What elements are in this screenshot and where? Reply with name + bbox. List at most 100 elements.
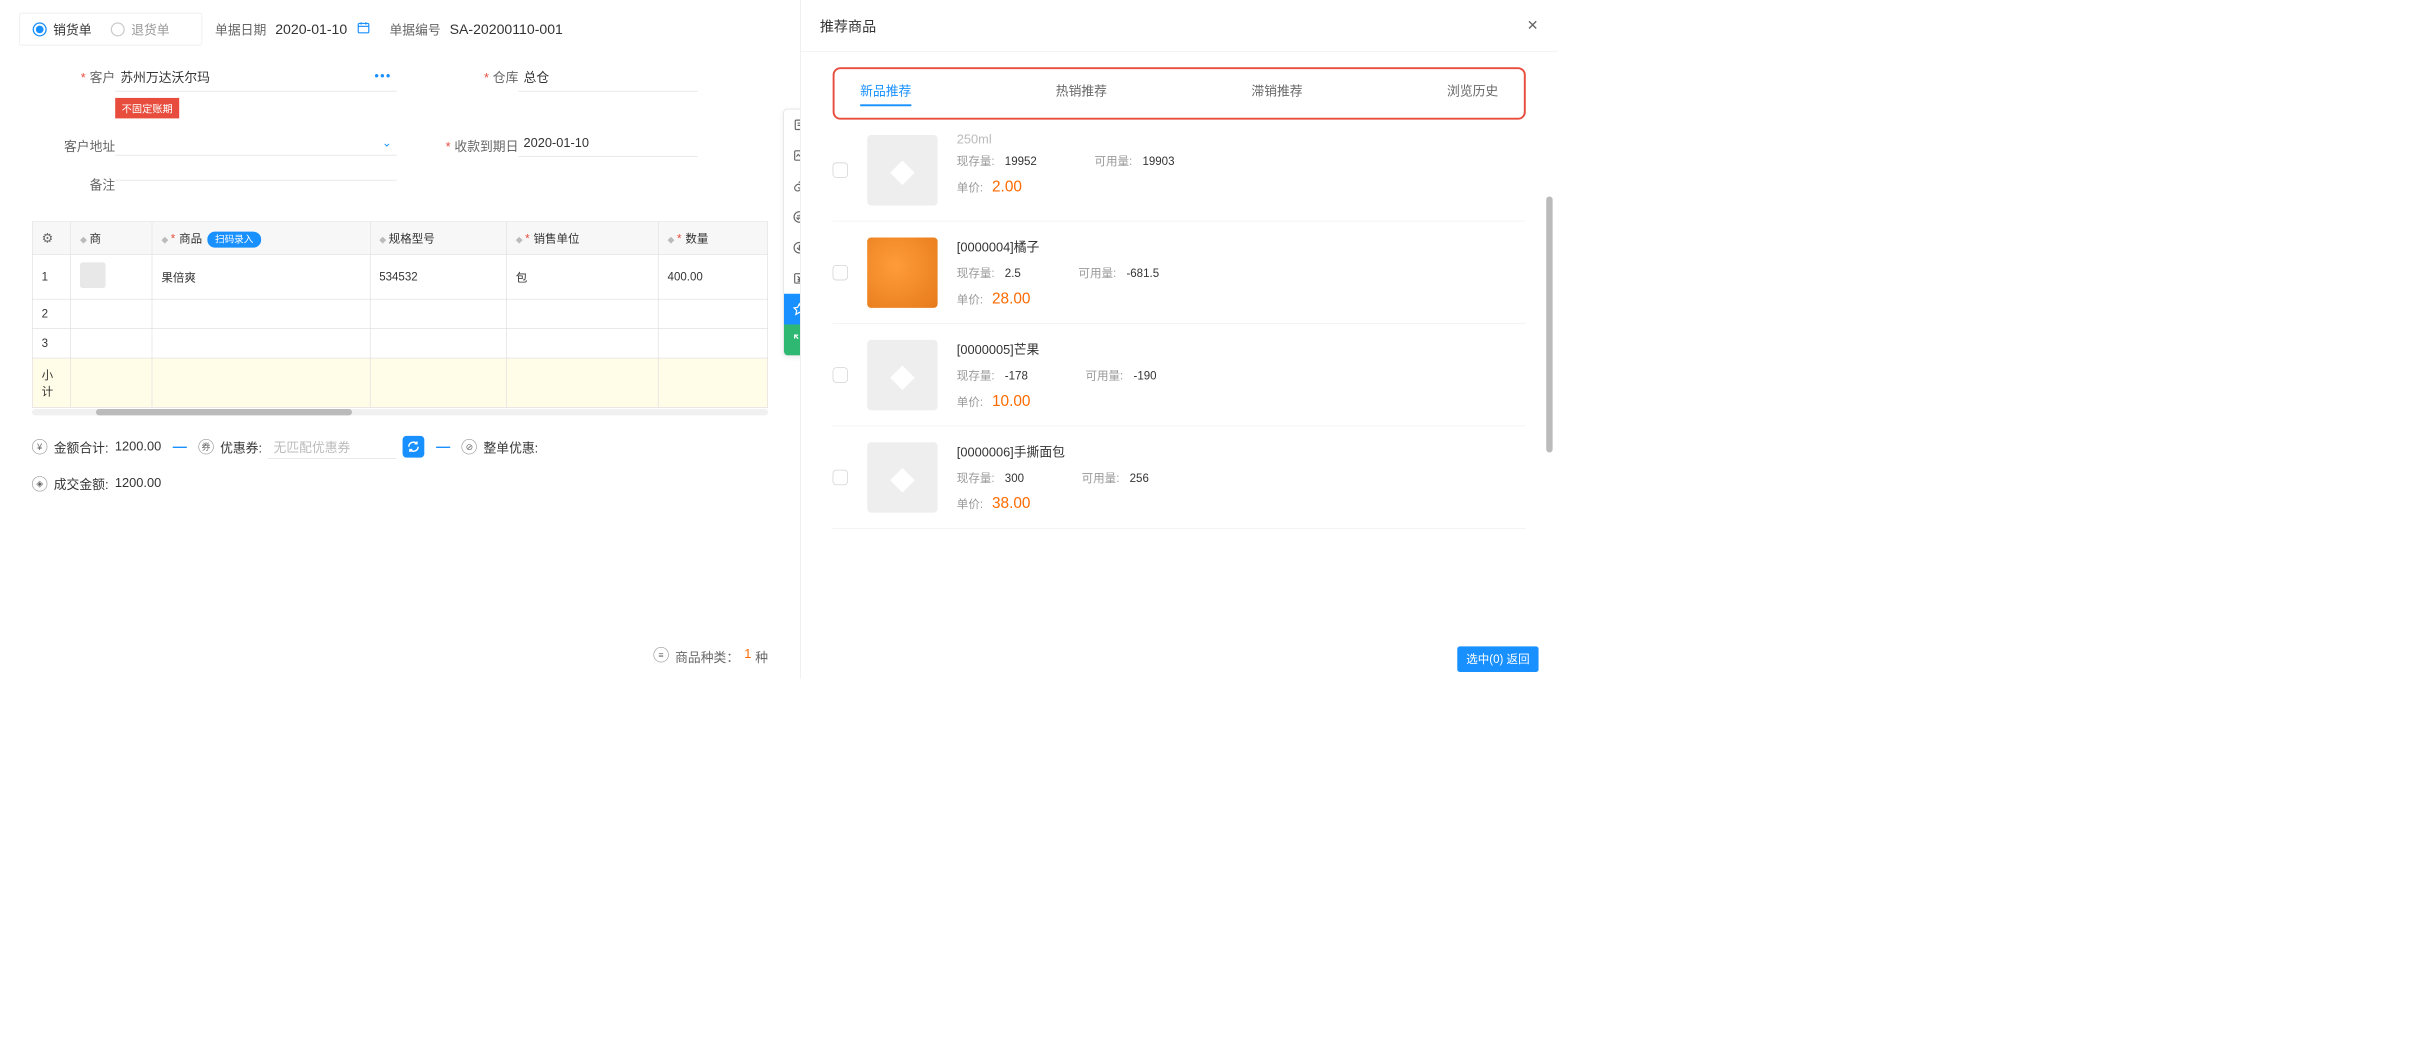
amount-value: 1200.00 — [115, 439, 161, 454]
product-checkbox[interactable] — [833, 265, 848, 280]
cell-product[interactable] — [152, 329, 370, 358]
product-image: ◆ — [867, 135, 937, 205]
avail-label: 可用量: — [1085, 369, 1123, 382]
cell-spec[interactable] — [370, 299, 506, 328]
stock-value: 2.5 — [1005, 267, 1021, 280]
cell-qty[interactable]: 400.00 — [658, 254, 767, 299]
product-checkbox[interactable] — [833, 367, 848, 382]
col-qty[interactable]: ◆*数量 — [658, 222, 767, 255]
price-value: 2.00 — [992, 178, 1022, 195]
subtotal-label: 小计 — [32, 358, 70, 407]
more-icon[interactable]: ••• — [374, 69, 391, 84]
warehouse-label: 仓库 — [493, 71, 519, 85]
stock-label: 现存量: — [957, 369, 995, 382]
row-number: 3 — [32, 329, 70, 358]
discount-icon: ⊘ — [462, 439, 477, 454]
stock-label: 现存量: — [957, 472, 995, 485]
recommendation-tab[interactable]: 滞销推荐 — [1251, 81, 1302, 107]
avail-value: 256 — [1130, 472, 1149, 485]
warehouse-input[interactable]: 总仓 — [518, 65, 697, 92]
product-name: [0000005]芒果 — [957, 339, 1526, 358]
cell-vendor[interactable] — [71, 329, 152, 358]
table-row[interactable]: 3 — [32, 329, 767, 358]
tab-sales-label: 销货单 — [53, 20, 91, 39]
recommendation-tabs: 新品推荐 热销推荐 滞销推荐 浏览历史 — [833, 67, 1526, 119]
vertical-scrollbar[interactable] — [1546, 196, 1552, 452]
kinds-suffix: 种 — [755, 647, 768, 666]
due-value: 2020-01-10 — [524, 136, 589, 151]
final-value: 1200.00 — [115, 476, 161, 491]
avail-label: 可用量: — [1082, 472, 1120, 485]
price-value: 38.00 — [992, 495, 1030, 512]
address-input[interactable]: ⌄ — [115, 134, 397, 156]
select-return-button[interactable]: 选中(0) 返回 — [1457, 646, 1538, 672]
cell-spec[interactable]: 534532 — [370, 254, 506, 299]
cell-qty[interactable] — [658, 299, 767, 328]
tab-sales-order[interactable]: 销货单 — [33, 20, 92, 39]
minus-icon: — — [436, 438, 450, 455]
col-unit[interactable]: ◆*销售单位 — [506, 222, 658, 255]
cell-vendor[interactable] — [71, 254, 152, 299]
doc-date-label: 单据日期 — [215, 20, 266, 39]
cell-spec[interactable] — [370, 329, 506, 358]
product-item: ◆ [0000005]芒果 现存量:-178 可用量:-190 单价:10.00 — [833, 324, 1526, 426]
coupon-label: 优惠券: — [220, 437, 262, 456]
coupon-icon: 券 — [198, 439, 213, 454]
customer-input[interactable]: 苏州万达沃尔玛 ••• — [115, 65, 397, 92]
final-label: 成交金额: — [54, 474, 109, 493]
cell-product[interactable] — [152, 299, 370, 328]
col-product[interactable]: ◆*商品扫码录入 — [152, 222, 370, 255]
calendar-icon[interactable] — [356, 20, 370, 38]
product-checkbox[interactable] — [833, 163, 848, 178]
radio-icon — [111, 22, 125, 36]
price-label: 单价: — [957, 396, 983, 409]
row-number: 2 — [32, 299, 70, 328]
recommendation-tab[interactable]: 浏览历史 — [1447, 81, 1498, 107]
product-name: [0000006]手撕面包 — [957, 442, 1526, 461]
remark-label: 备注 — [90, 179, 116, 193]
col-settings[interactable]: ⚙ — [32, 222, 70, 255]
cell-unit[interactable] — [506, 299, 658, 328]
refresh-button[interactable] — [403, 436, 425, 458]
product-image: ◆ — [867, 442, 937, 512]
stock-label: 现存量: — [957, 267, 995, 280]
recommendation-tab[interactable]: 热销推荐 — [1056, 81, 1107, 107]
table-row[interactable]: 2 — [32, 299, 767, 328]
product-checkbox[interactable] — [833, 469, 848, 484]
cell-unit[interactable]: 包 — [506, 254, 658, 299]
close-icon[interactable]: ✕ — [1527, 17, 1539, 34]
recommendation-tab[interactable]: 新品推荐 — [860, 81, 911, 107]
minus-icon: — — [173, 438, 187, 455]
product-thumb-icon — [80, 262, 106, 288]
panel-title: 推荐商品 — [820, 15, 876, 35]
stock-value: 300 — [1005, 472, 1024, 485]
yen-icon: ¥ — [32, 439, 47, 454]
amount-label: 金额合计: — [54, 437, 109, 456]
cell-qty[interactable] — [658, 329, 767, 358]
horizontal-scrollbar[interactable] — [32, 409, 768, 415]
table-row[interactable]: 1 果倍爽 534532 包 400.00 — [32, 254, 767, 299]
coupon-input[interactable]: 无匹配优惠券 — [268, 435, 396, 459]
order-type-tabs: 销货单 退货单 — [19, 13, 202, 46]
col-spec[interactable]: ◆规格型号 — [370, 222, 506, 255]
cell-vendor[interactable] — [71, 299, 152, 328]
scan-input-button[interactable]: 扫码录入 — [207, 232, 261, 248]
cell-product[interactable]: 果倍爽 — [152, 254, 370, 299]
avail-value: -681.5 — [1126, 267, 1159, 280]
avail-label: 可用量: — [1094, 155, 1132, 168]
tab-return-label: 退货单 — [131, 20, 169, 39]
col-vendor[interactable]: ◆商 — [71, 222, 152, 255]
product-name: 250ml — [957, 132, 1526, 147]
price-label: 单价: — [957, 181, 983, 194]
cell-unit[interactable] — [506, 329, 658, 358]
remark-input[interactable] — [115, 172, 397, 180]
tab-return-order[interactable]: 退货单 — [111, 20, 170, 39]
stock-label: 现存量: — [957, 155, 995, 168]
radio-icon — [33, 22, 47, 36]
price-label: 单价: — [957, 498, 983, 511]
product-image: ◆ — [867, 340, 937, 410]
due-date-input[interactable]: 2020-01-10 — [518, 134, 697, 157]
chevron-down-icon: ⌄ — [382, 136, 392, 149]
doc-date-value[interactable]: 2020-01-10 — [275, 21, 347, 38]
final-icon: ◈ — [32, 476, 47, 491]
